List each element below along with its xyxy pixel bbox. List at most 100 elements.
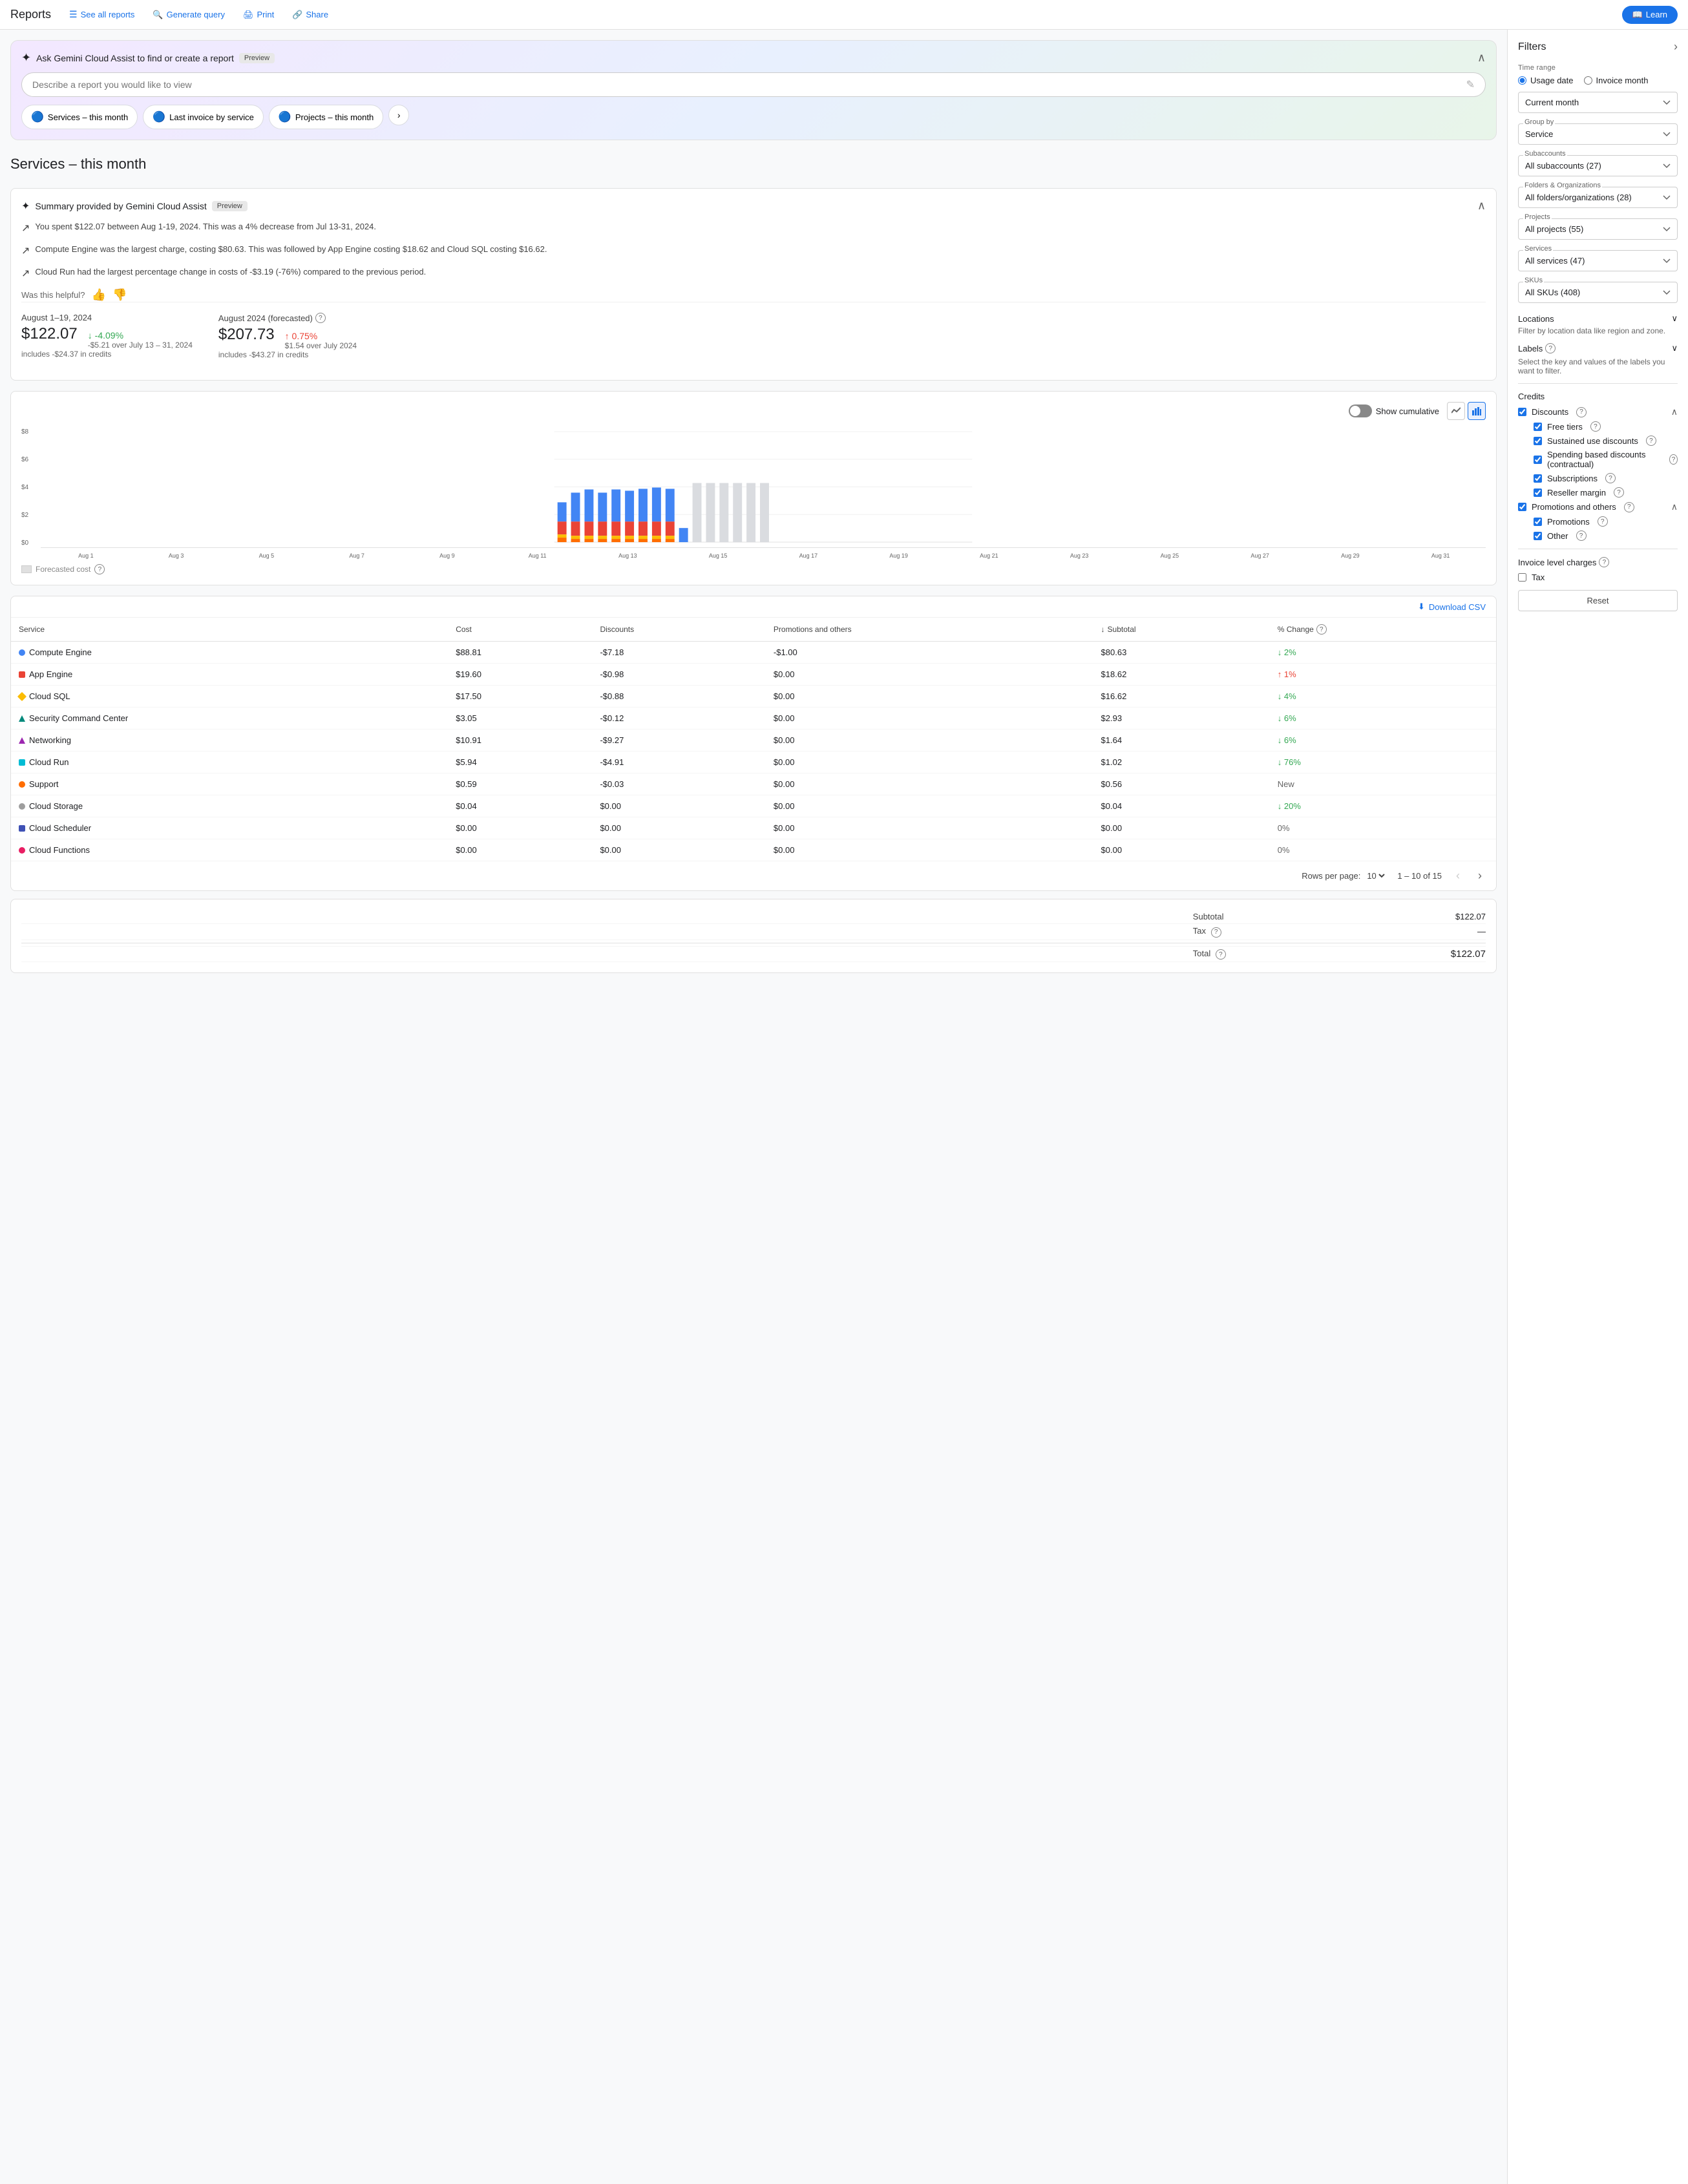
bar-chart-svg [41,425,1486,548]
locations-expand-icon: ∨ [1671,313,1678,324]
spending-based-help-icon[interactable]: ? [1669,454,1678,465]
spending-based-checkbox[interactable]: Spending based discounts (contractual) ? [1534,450,1678,469]
toggle-switch[interactable] [1349,404,1372,417]
discounts-checkbox[interactable]: Discounts ? ∧ [1518,406,1678,417]
skus-section: SKUs All SKUs (408) [1518,282,1678,303]
discounts-cell: $0.00 [592,795,765,817]
locations-section: Locations ∨ Filter by location data like… [1518,313,1678,335]
change-value: ↓ 2% [1278,647,1488,657]
subaccounts-select[interactable]: All subaccounts (27) [1518,155,1678,176]
total-help-icon[interactable]: ? [1216,949,1226,960]
promotions-others-help-icon[interactable]: ? [1624,502,1634,512]
promotions-cell: $0.00 [766,664,1093,686]
learn-button[interactable]: 📖 Learn [1622,6,1678,24]
change-help-icon[interactable]: ? [1316,624,1327,635]
generate-query-button[interactable]: 🔍 Generate query [145,6,233,24]
next-page-button[interactable]: › [1474,868,1486,884]
discounts-collapse-button[interactable]: ∧ [1671,406,1678,417]
free-tiers-help-icon[interactable]: ? [1590,421,1601,432]
table-row: Cloud SQL $17.50 -$0.88 $0.00 $16.62 ↓ 4… [11,686,1496,708]
sustained-use-checkbox[interactable]: Sustained use discounts ? [1534,436,1678,446]
forecast-help-icon[interactable]: ? [315,313,326,323]
quick-reports-next-button[interactable]: › [388,105,409,125]
usage-date-radio[interactable]: Usage date [1518,76,1574,85]
skus-select[interactable]: All SKUs (408) [1518,282,1678,303]
thumbs-down-button[interactable]: 👎 [112,288,127,302]
group-by-select[interactable]: Service [1518,123,1678,145]
projects-select[interactable]: All projects (55) [1518,218,1678,240]
services-select-wrap: Services All services (47) [1518,250,1678,271]
promotions-help-icon[interactable]: ? [1598,516,1608,527]
folders-select[interactable]: All folders/organizations (28) [1518,187,1678,208]
group-by-section: Group by Service [1518,123,1678,145]
subscriptions-checkbox[interactable]: Subscriptions ? [1534,473,1678,483]
reseller-margin-help-icon[interactable]: ? [1614,487,1624,498]
services-select[interactable]: All services (47) [1518,250,1678,271]
table-row: Networking $10.91 -$9.27 $0.00 $1.64 ↓ 6… [11,730,1496,751]
share-button[interactable]: 🔗 Share [284,6,336,24]
quick-reports-row: 🔵 Services – this month 🔵 Last invoice b… [21,105,1486,129]
invoice-month-radio[interactable]: Invoice month [1584,76,1649,85]
line-chart-button[interactable] [1447,402,1465,420]
sustained-use-help-icon[interactable]: ? [1646,436,1656,446]
promotions-others-checkbox[interactable]: Promotions and others ? ∧ [1518,501,1678,512]
quick-report-services[interactable]: 🔵 Services – this month [21,105,138,129]
time-range-radio-group: Usage date Invoice month [1518,76,1678,85]
printer-icon: 🖨 [243,10,254,20]
other-checkbox[interactable]: Other ? [1534,530,1678,541]
discounts-help-icon[interactable]: ? [1576,407,1587,417]
show-cumulative-toggle[interactable]: Show cumulative [1349,404,1439,417]
change-value: ↓ 76% [1278,757,1488,767]
free-tiers-checkbox[interactable]: Free tiers ? [1534,421,1678,432]
subscriptions-help-icon[interactable]: ? [1605,473,1616,483]
rows-per-page-select[interactable]: 10 25 50 [1364,870,1387,881]
locations-header[interactable]: Locations ∨ [1518,313,1678,324]
page-info: 1 – 10 of 15 [1397,871,1442,881]
print-button[interactable]: 🖨 Print [235,6,282,24]
gemini-input-row[interactable]: ✎ [21,72,1486,97]
subtotal-cell: $2.93 [1093,708,1270,730]
rows-per-page: Rows per page: 10 25 50 [1302,870,1387,881]
labels-help-icon[interactable]: ? [1545,343,1556,353]
projects-section: Projects All projects (55) [1518,218,1678,240]
subtotal-cell: $18.62 [1093,664,1270,686]
forecasted-cost-label: Forecasted cost ? [21,564,1486,574]
reseller-margin-checkbox[interactable]: Reseller margin ? [1534,487,1678,498]
tax-checkbox[interactable]: Tax [1518,572,1678,582]
chart-controls: Show cumulative [21,402,1486,420]
labels-section: Labels ? ∨ Select the key and values of … [1518,343,1678,375]
gemini-star-icon: ✦ [21,51,31,65]
promotions-collapse-button[interactable]: ∧ [1671,501,1678,512]
cost-cell: $0.04 [448,795,592,817]
other-help-icon[interactable]: ? [1576,530,1587,541]
discounts-cell: -$0.98 [592,664,765,686]
service-shape-icon [19,649,25,656]
trend-up-icon-2: ↗ [21,244,30,259]
download-csv-button[interactable]: ⬇ Download CSV [1418,602,1486,612]
totals-footer: Subtotal $122.07 Tax ? — [10,899,1497,973]
invoice-charges-help-icon[interactable]: ? [1599,557,1609,567]
service-cell: App Engine [11,664,448,686]
promotions-checkbox[interactable]: Promotions ? [1534,516,1678,527]
expand-filters-button[interactable]: › [1674,40,1678,54]
cost-cell: $0.59 [448,773,592,795]
collapse-gemini-button[interactable]: ∧ [1477,51,1486,65]
bar-chart-button[interactable] [1468,402,1486,420]
thumbs-up-button[interactable]: 👍 [92,288,106,302]
quick-report-last-invoice[interactable]: 🔵 Last invoice by service [143,105,264,129]
discounts-cell: -$0.88 [592,686,765,708]
collapse-summary-button[interactable]: ∧ [1477,199,1486,213]
gemini-search-input[interactable] [32,79,1466,90]
reset-filters-button[interactable]: Reset [1518,590,1678,611]
service-shape-icon [19,781,25,788]
cost-cell: $5.94 [448,751,592,773]
forecasted-swatch [21,565,32,573]
discounts-cell: -$9.27 [592,730,765,751]
quick-report-projects[interactable]: 🔵 Projects – this month [269,105,383,129]
current-month-select[interactable]: Current month [1518,92,1678,113]
change-cell: ↓ 4% [1270,686,1496,708]
see-all-reports-button[interactable]: ☰ See all reports [61,5,142,24]
prev-page-button[interactable]: ‹ [1452,868,1464,884]
forecasted-help-icon[interactable]: ? [94,564,105,574]
tax-help-icon[interactable]: ? [1211,927,1221,938]
